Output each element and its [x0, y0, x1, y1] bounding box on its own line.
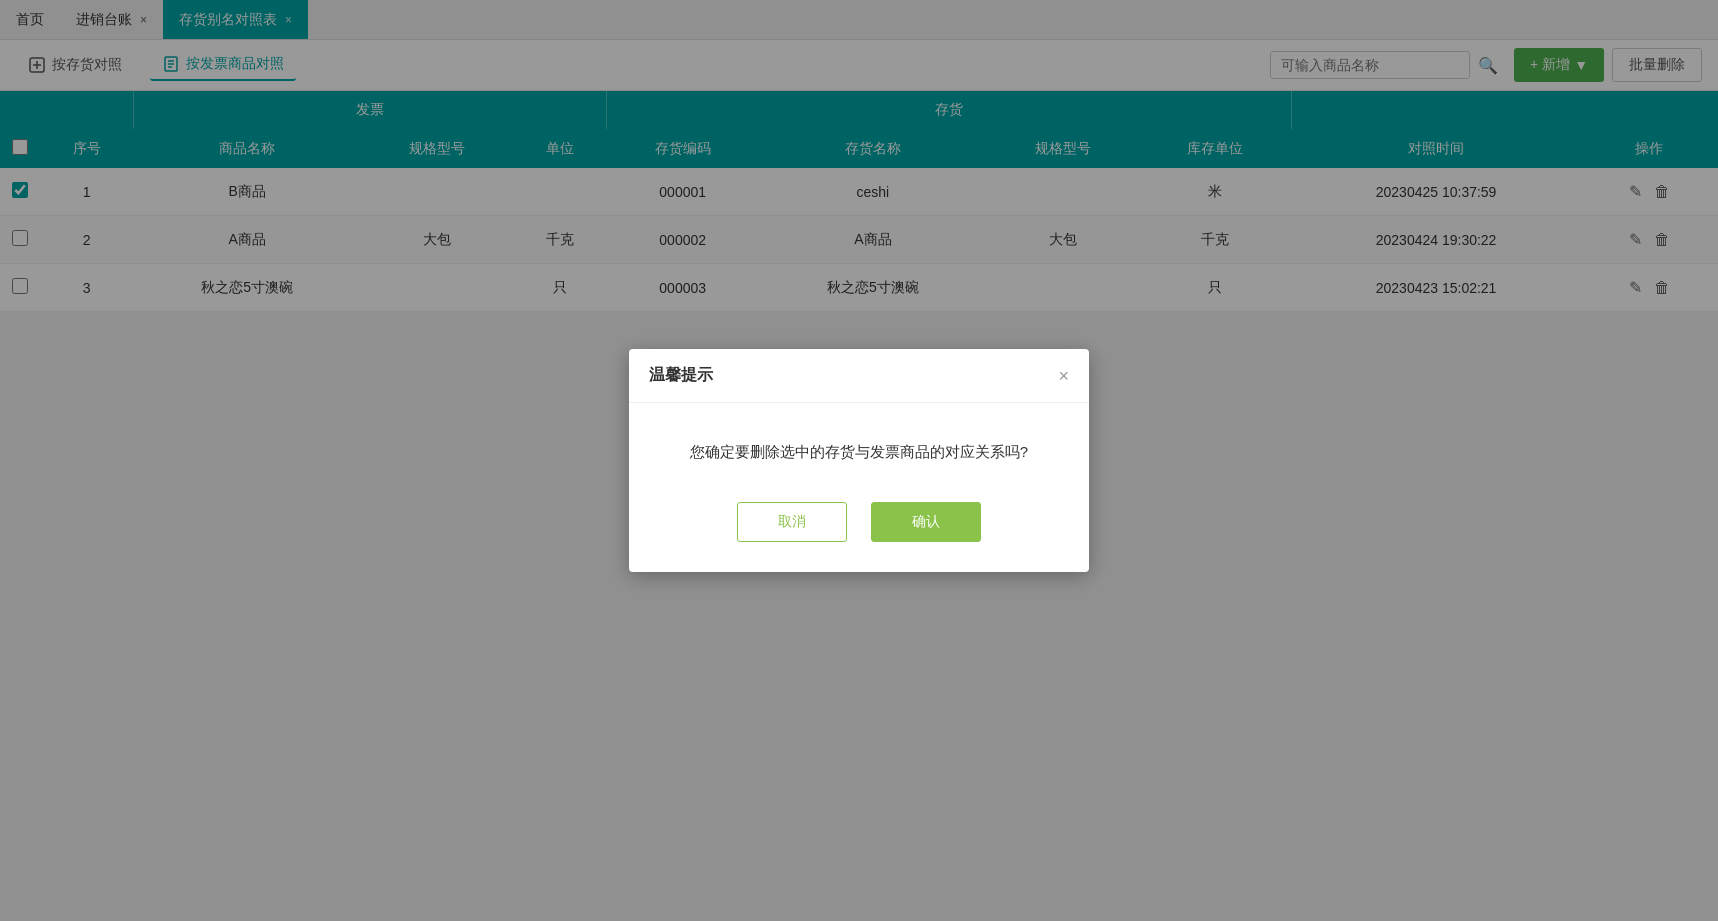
dialog-overlay: 温馨提示 × 您确定要删除选中的存货与发票商品的对应关系吗? 取消 确认	[0, 0, 1718, 312]
